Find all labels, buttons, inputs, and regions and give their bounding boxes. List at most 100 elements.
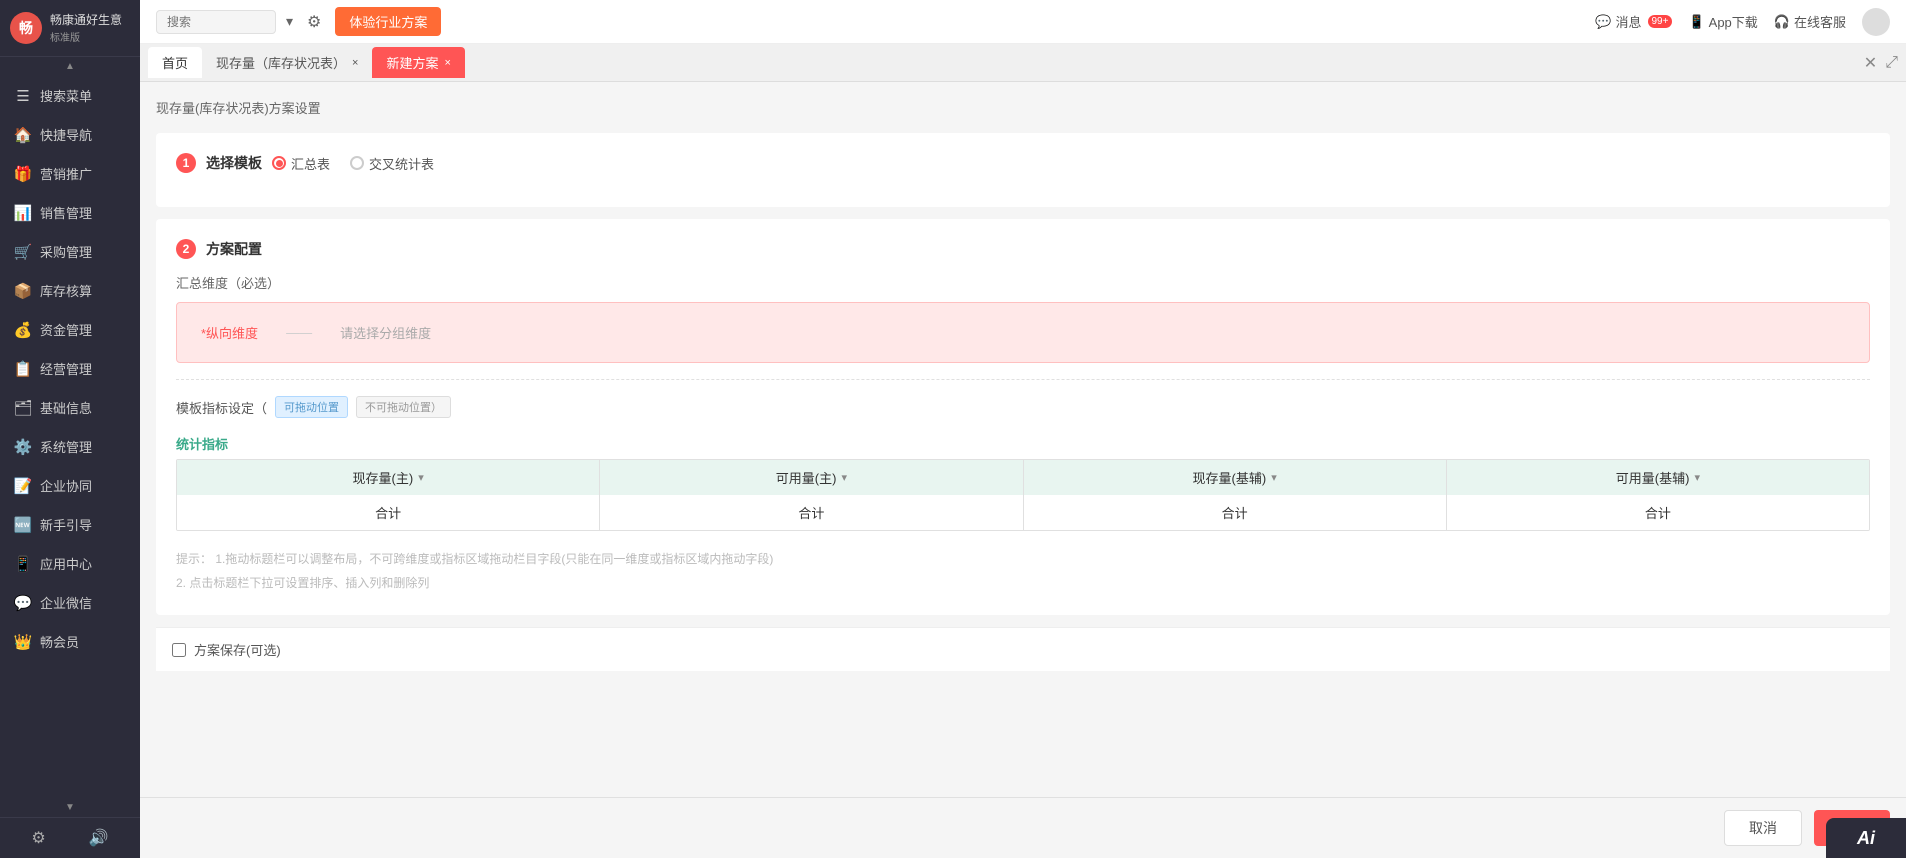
search-input[interactable] [156,10,276,34]
sidebar-item-apps[interactable]: 📱 应用中心 [0,544,140,583]
radio-summary-dot [272,156,286,170]
cancel-button[interactable]: 取消 [1724,810,1802,846]
tab-home[interactable]: 首页 [148,47,202,78]
draggable-tag: 可拖动位置 [275,396,348,418]
tabs-bar: 首页 现存量（库存状况表） × 新建方案 × ✕ ⤢ [140,44,1906,82]
main-area: ▾ ⚙ 体验行业方案 💬 消息 99+ 📱 App下载 🎧 在线客服 首页 [140,0,1906,858]
sidebar-item-finance[interactable]: 💰 资金管理 [0,310,140,349]
step1-title: 选择模板 [206,153,262,173]
app-download-btn[interactable]: 📱 App下载 [1688,12,1757,31]
clipboard-icon: 📋 [14,360,32,378]
sidebar-footer: ⚙ 🔊 [0,817,140,858]
step2-title: 方案配置 [206,239,262,259]
indicator-section: 统计指标 现存量(主) ▾ 可用量(主) ▾ 现存量(基辅) [176,434,1870,531]
vertical-dimension-required: *纵向维度 [201,323,258,342]
step1-section: 1 选择模板 汇总表 交叉统计表 [156,133,1890,207]
user-avatar[interactable] [1862,8,1890,36]
sidebar-item-operations[interactable]: 📋 经营管理 [0,349,140,388]
template-radio-group: 汇总表 交叉统计表 [272,154,434,173]
gift-icon: 🎁 [14,165,32,183]
col-body-0: 合计 [177,495,600,530]
tab-new-scheme-close-icon[interactable]: × [444,57,450,69]
radio-cross[interactable]: 交叉统计表 [350,154,434,173]
new-icon: 🆕 [14,516,32,534]
sidebar-item-wechat[interactable]: 💬 企业微信 [0,583,140,622]
cart-icon: 🛒 [14,243,32,261]
content-area: 现存量(库存状况表)方案设置 1 选择模板 汇总表 交叉统计表 [140,82,1906,797]
settings-icon[interactable]: ⚙ [31,828,45,848]
col-body-2: 合计 [1024,495,1447,530]
radio-cross-dot [350,156,364,170]
col-body-1: 合计 [600,495,1023,530]
chat-icon: 💬 [14,594,32,612]
stat-table-header: 现存量(主) ▾ 可用量(主) ▾ 现存量(基辅) ▾ 可用量(基辅) [177,460,1869,495]
search-nav-icon: ☰ [14,87,32,105]
chevron-down-icon-3: ▾ [1694,471,1700,484]
sidebar-item-sales[interactable]: 📊 销售管理 [0,193,140,232]
dimension-placeholder: 请选择分组维度 [340,323,431,342]
folder-icon: 🗂 [14,399,32,417]
non-draggable-tag: 不可拖动位置） [356,396,451,418]
tab-expand-btn[interactable]: ⤢ [1885,53,1898,73]
step1-badge: 1 [176,153,196,173]
tab-inventory[interactable]: 现存量（库存状况表） × [202,47,372,78]
crown-icon: 👑 [14,633,32,651]
dimension-box[interactable]: *纵向维度 —— 请选择分组维度 [176,302,1870,363]
sidebar-item-vip[interactable]: 👑 畅会员 [0,622,140,661]
sidebar-item-base[interactable]: 🗂 基础信息 [0,388,140,427]
tab-close-btn[interactable]: ✕ [1864,53,1877,73]
sidebar: 畅 畅康通好生意 标准版 ▲ ☰ 搜索菜单 🏠 快捷导航 🎁 营销推广 📊 销售… [0,0,140,858]
step2-header: 2 方案配置 [176,239,1870,259]
save-label: 方案保存(可选) [194,640,281,659]
online-service-btn[interactable]: 🎧 在线客服 [1774,12,1846,31]
mobile-icon: 📱 [14,555,32,573]
bottom-actions: 取消 查询 [140,797,1906,858]
indicator-setting-label: 模板指标设定（ 可拖动位置 不可拖动位置） [176,396,1870,418]
page-title: 现存量(库存状况表)方案设置 [156,98,1890,117]
chevron-down-icon-0: ▾ [418,471,424,484]
sidebar-item-contract[interactable]: 📝 企业协同 [0,466,140,505]
dimension-dash: —— [286,325,312,340]
col-header-2[interactable]: 现存量(基辅) ▾ [1024,460,1447,495]
col-body-3: 合计 [1447,495,1869,530]
sidebar-item-system[interactable]: ⚙️ 系统管理 [0,427,140,466]
settings-topbar-icon[interactable]: ⚙ [307,12,321,32]
tab-inventory-close-icon[interactable]: × [352,57,358,69]
sidebar-scroll-up[interactable]: ▲ [0,57,140,76]
stat-table: 现存量(主) ▾ 可用量(主) ▾ 现存量(基辅) ▾ 可用量(基辅) [176,459,1870,531]
sidebar-item-marketing[interactable]: 🎁 营销推广 [0,154,140,193]
audio-icon[interactable]: 🔊 [89,828,109,848]
sidebar-item-purchase[interactable]: 🛒 采购管理 [0,232,140,271]
industry-btn[interactable]: 体验行业方案 [335,7,441,36]
stat-table-body: 合计 合计 合计 合计 [177,495,1869,530]
dropdown-icon[interactable]: ▾ [286,13,293,30]
sidebar-scroll-down[interactable]: ▼ [0,798,140,817]
sidebar-item-guide[interactable]: 🆕 新手引导 [0,505,140,544]
message-btn[interactable]: 💬 消息 99+ [1595,12,1672,31]
col-header-1[interactable]: 可用量(主) ▾ [600,460,1023,495]
home-icon: 🏠 [14,126,32,144]
doc-icon: 📝 [14,477,32,495]
money-icon: 💰 [14,321,32,339]
phone-icon: 📱 [1688,14,1704,30]
sidebar-nav: ☰ 搜索菜单 🏠 快捷导航 🎁 营销推广 📊 销售管理 🛒 采购管理 📦 库存核… [0,76,140,798]
save-checkbox[interactable] [172,643,186,657]
radio-summary[interactable]: 汇总表 [272,154,330,173]
ai-badge[interactable]: Ai [1826,818,1906,858]
message-badge: 99+ [1648,15,1673,28]
sidebar-item-shortcut[interactable]: 🏠 快捷导航 [0,115,140,154]
tab-new-scheme[interactable]: 新建方案 × [372,47,464,78]
box-icon: 📦 [14,282,32,300]
tabs-controls: ✕ ⤢ [1864,53,1898,73]
sidebar-item-inventory[interactable]: 📦 库存核算 [0,271,140,310]
chart-icon: 📊 [14,204,32,222]
topbar-right: 💬 消息 99+ 📱 App下载 🎧 在线客服 [1595,8,1890,36]
stat-label: 统计指标 [176,434,1870,453]
hints: 提示： 1.拖动标题栏可以调整布局，不可跨维度或指标区域拖动栏目字段(只能在同一… [176,547,1870,595]
sidebar-item-search[interactable]: ☰ 搜索菜单 [0,76,140,115]
message-icon: 💬 [1595,14,1611,30]
step2-section: 2 方案配置 汇总维度（必选） *纵向维度 —— 请选择分组维度 模板指标设定（… [156,219,1890,615]
gear-icon: ⚙️ [14,438,32,456]
col-header-3[interactable]: 可用量(基辅) ▾ [1447,460,1869,495]
col-header-0[interactable]: 现存量(主) ▾ [177,460,600,495]
